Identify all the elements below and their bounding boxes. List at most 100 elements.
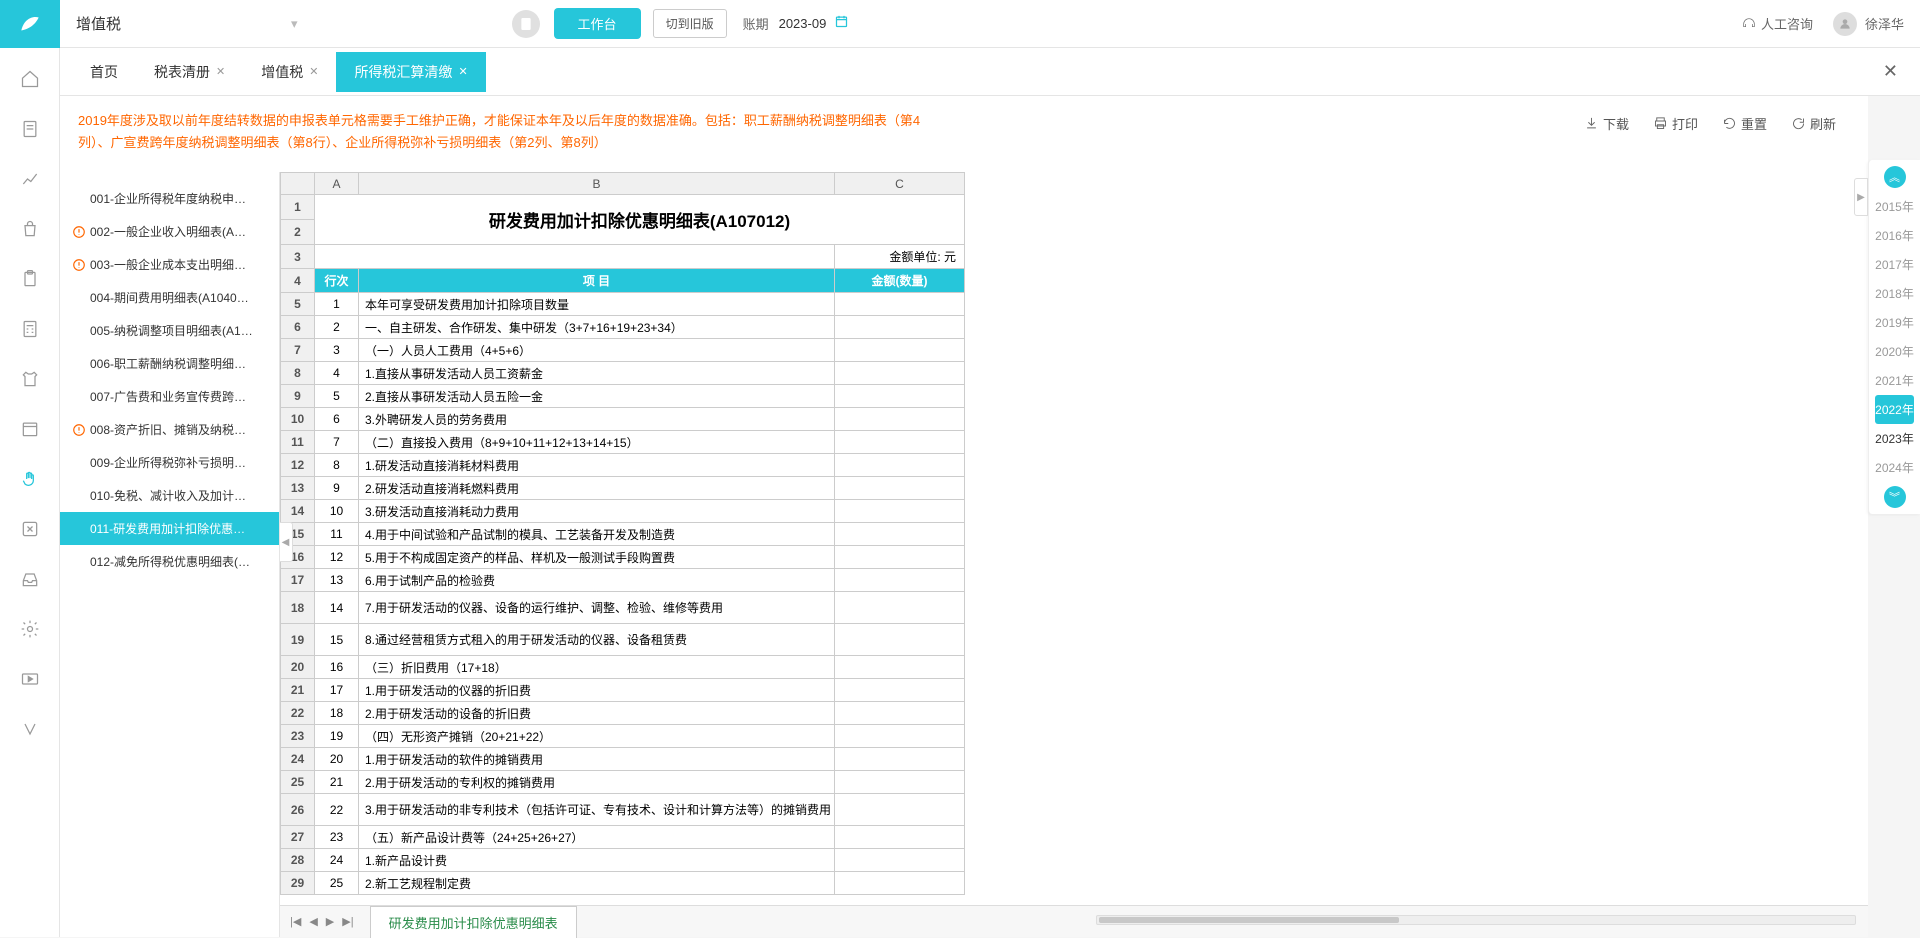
bag-icon[interactable] (19, 218, 41, 240)
expand-panel-handle[interactable]: ▶ (1854, 178, 1868, 216)
row-val-22[interactable] (835, 794, 965, 826)
row-desc-11[interactable]: 4.用于中间试验和产品试制的模具、工艺装备开发及制造费 (359, 523, 835, 546)
form-item-5[interactable]: 006-职工薪酬纳税调整明细… (60, 347, 279, 380)
row-val-10[interactable] (835, 500, 965, 523)
row-num-8[interactable]: 8 (315, 454, 359, 477)
row-desc-20[interactable]: 1.用于研发活动的软件的摊销费用 (359, 748, 835, 771)
form-item-0[interactable]: 001-企业所得税年度纳税申… (60, 182, 279, 215)
tab-2[interactable]: 增值税✕ (243, 52, 336, 92)
row-desc-18[interactable]: 2.用于研发活动的设备的折旧费 (359, 702, 835, 725)
row-val-4[interactable] (835, 362, 965, 385)
sheet-nav-first-icon[interactable]: |◀ (290, 915, 301, 928)
row-num-7[interactable]: 7 (315, 431, 359, 454)
row-val-7[interactable] (835, 431, 965, 454)
row-desc-21[interactable]: 2.用于研发活动的专利权的摊销费用 (359, 771, 835, 794)
row-num-9[interactable]: 9 (315, 477, 359, 500)
row-num-19[interactable]: 19 (315, 725, 359, 748)
row-num-2[interactable]: 2 (315, 316, 359, 339)
row-num-18[interactable]: 18 (315, 702, 359, 725)
year-2019年[interactable]: 2019年 (1875, 308, 1914, 337)
row-desc-10[interactable]: 3.研发活动直接消耗动力费用 (359, 500, 835, 523)
row-num-23[interactable]: 23 (315, 826, 359, 849)
settings-icon[interactable] (19, 618, 41, 640)
clothing-icon[interactable] (19, 368, 41, 390)
video-icon[interactable] (19, 668, 41, 690)
row-val-11[interactable] (835, 523, 965, 546)
row-desc-24[interactable]: 1.新产品设计费 (359, 849, 835, 872)
row-num-24[interactable]: 24 (315, 849, 359, 872)
row-num-6[interactable]: 6 (315, 408, 359, 431)
form-item-8[interactable]: 009-企业所得税弥补亏损明… (60, 446, 279, 479)
row-desc-16[interactable]: （三）折旧费用（17+18） (359, 656, 835, 679)
row-val-17[interactable] (835, 679, 965, 702)
v-icon[interactable] (19, 718, 41, 740)
support-link[interactable]: 人工咨询 (1741, 14, 1813, 33)
form-item-11[interactable]: 012-减免所得税优惠明细表(… (60, 545, 279, 578)
col-header-C[interactable]: C (835, 173, 965, 195)
tab-close-icon[interactable]: ✕ (309, 65, 318, 78)
date-icon[interactable] (19, 418, 41, 440)
row-desc-12[interactable]: 5.用于不构成固定资产的样品、样机及一般测试手段购置费 (359, 546, 835, 569)
row-desc-2[interactable]: 一、自主研发、合作研发、集中研发（3+7+16+19+23+34） (359, 316, 835, 339)
row-num-17[interactable]: 17 (315, 679, 359, 702)
calendar-icon[interactable] (834, 14, 849, 34)
app-logo[interactable] (0, 0, 60, 48)
year-2024年[interactable]: 2024年 (1875, 453, 1914, 482)
row-val-5[interactable] (835, 385, 965, 408)
col-header-B[interactable]: B (359, 173, 835, 195)
close-all-icon[interactable]: ✕ (1883, 61, 1898, 82)
row-desc-4[interactable]: 1.直接从事研发活动人员工资薪金 (359, 362, 835, 385)
tab-0[interactable]: 首页 (72, 52, 136, 92)
row-desc-14[interactable]: 7.用于研发活动的仪器、设备的运行维护、调整、检验、维修等费用 (359, 592, 835, 624)
form-item-10[interactable]: 011-研发费用加计扣除优惠… (60, 512, 279, 545)
row-desc-19[interactable]: （四）无形资产摊销（20+21+22） (359, 725, 835, 748)
calculator-icon[interactable] (19, 318, 41, 340)
year-down-button[interactable]: ︾ (1884, 486, 1906, 508)
home-icon[interactable] (19, 68, 41, 90)
sheet-nav-last-icon[interactable]: ▶| (342, 915, 353, 928)
row-num-14[interactable]: 14 (315, 592, 359, 624)
row-num-3[interactable]: 3 (315, 339, 359, 362)
year-2023年[interactable]: 2023年 (1875, 424, 1914, 453)
tab-1[interactable]: 税表清册✕ (136, 52, 243, 92)
form-item-6[interactable]: 007-广告费和业务宣传费跨… (60, 380, 279, 413)
sheet-nav-prev-icon[interactable]: ◀ (309, 915, 317, 928)
row-num-20[interactable]: 20 (315, 748, 359, 771)
row-num-11[interactable]: 11 (315, 523, 359, 546)
row-val-12[interactable] (835, 546, 965, 569)
row-desc-1[interactable]: 本年可享受研发费用加计扣除项目数量 (359, 293, 835, 316)
row-num-22[interactable]: 22 (315, 794, 359, 826)
sheet-nav-controls[interactable]: |◀ ◀ ▶ ▶| (280, 915, 364, 928)
print-button[interactable]: 打印 (1653, 114, 1698, 133)
form-item-9[interactable]: 010-免税、减计收入及加计… (60, 479, 279, 512)
row-val-15[interactable] (835, 624, 965, 656)
sheet-tab[interactable]: 研发费用加计扣除优惠明细表 (370, 906, 577, 938)
year-2018年[interactable]: 2018年 (1875, 279, 1914, 308)
row-val-1[interactable] (835, 293, 965, 316)
year-2021年[interactable]: 2021年 (1875, 366, 1914, 395)
row-desc-9[interactable]: 2.研发活动直接消耗燃料费用 (359, 477, 835, 500)
horizontal-scrollbar[interactable] (1096, 915, 1856, 929)
row-desc-15[interactable]: 8.通过经营租赁方式租入的用于研发活动的仪器、设备租赁费 (359, 624, 835, 656)
row-desc-23[interactable]: （五）新产品设计费等（24+25+26+27） (359, 826, 835, 849)
document-icon[interactable] (19, 118, 41, 140)
form-item-7[interactable]: 008-资产折旧、摊销及纳税… (60, 413, 279, 446)
clipboard-icon[interactable] (19, 268, 41, 290)
download-button[interactable]: 下载 (1584, 114, 1629, 133)
hand-icon[interactable] (19, 468, 41, 490)
row-val-19[interactable] (835, 725, 965, 748)
form-item-1[interactable]: 002-一般企业收入明细表(A… (60, 215, 279, 248)
row-desc-5[interactable]: 2.直接从事研发活动人员五险一金 (359, 385, 835, 408)
year-2016年[interactable]: 2016年 (1875, 221, 1914, 250)
row-val-8[interactable] (835, 454, 965, 477)
row-val-25[interactable] (835, 872, 965, 895)
row-num-10[interactable]: 10 (315, 500, 359, 523)
refresh-button[interactable]: 刷新 (1791, 114, 1836, 133)
row-num-25[interactable]: 25 (315, 872, 359, 895)
row-desc-7[interactable]: （二）直接投入费用（8+9+10+11+12+13+14+15） (359, 431, 835, 454)
sheet-corner[interactable] (281, 173, 315, 195)
row-val-20[interactable] (835, 748, 965, 771)
form-item-4[interactable]: 005-纳税调整项目明细表(A1… (60, 314, 279, 347)
row-desc-25[interactable]: 2.新工艺规程制定费 (359, 872, 835, 895)
year-2022年[interactable]: 2022年 (1875, 395, 1914, 424)
